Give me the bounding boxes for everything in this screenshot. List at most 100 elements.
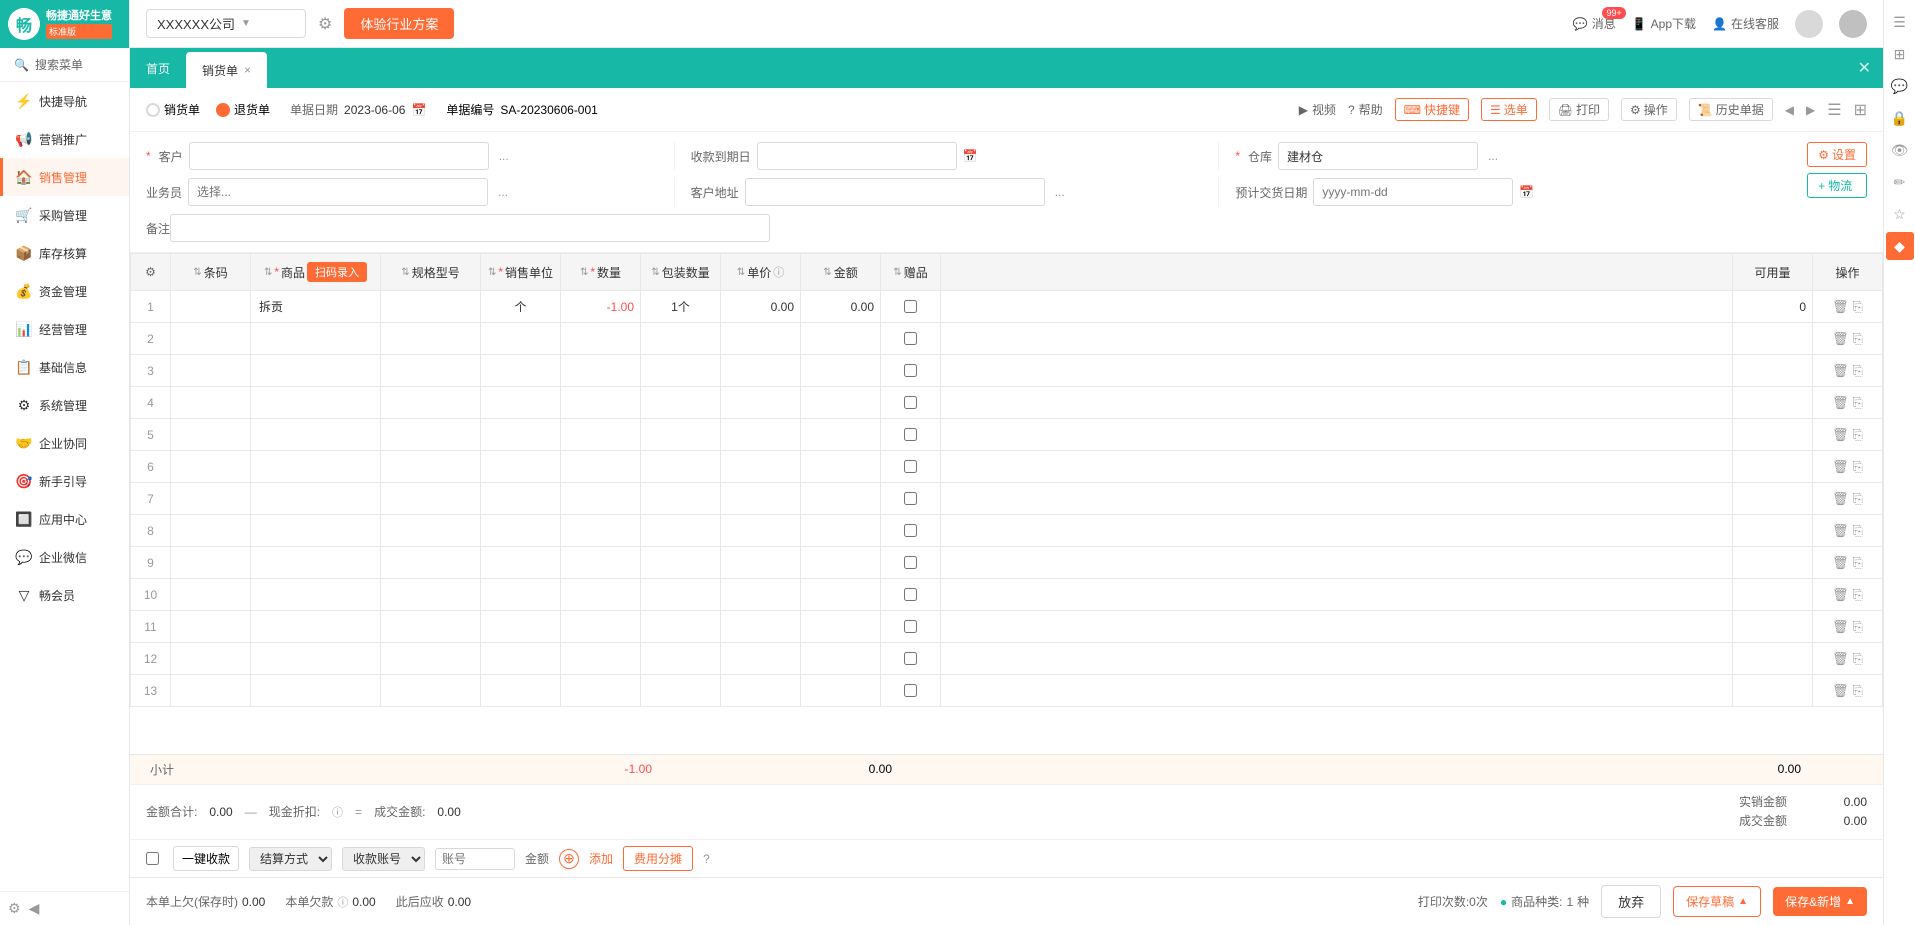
gift-sort-icon[interactable]: ⇅ [893, 267, 901, 278]
address-more-btn[interactable]: ... [1051, 185, 1069, 199]
cell-qty-3[interactable] [561, 387, 641, 419]
sidebar-item-member[interactable]: ▽ 畅会员 [0, 576, 129, 614]
discard-button[interactable]: 放弃 [1601, 885, 1661, 918]
radio-sales-order[interactable]: 销货单 [146, 101, 200, 118]
cell-product-4[interactable] [251, 419, 381, 451]
one-click-checkbox[interactable] [146, 852, 159, 865]
cell-qty-7[interactable] [561, 515, 641, 547]
tab-sales-order[interactable]: 销货单 × [186, 52, 267, 88]
cell-gift-6[interactable] [881, 483, 941, 515]
cell-spec-4[interactable] [381, 419, 481, 451]
delivery-date-input[interactable] [1313, 178, 1513, 206]
salesperson-more-btn[interactable]: ... [494, 185, 512, 199]
salesperson-input[interactable] [188, 178, 488, 206]
customer-input[interactable] [189, 142, 489, 170]
cell-gift-3[interactable] [881, 387, 941, 419]
table-wrapper[interactable]: ⚙ ⇅ 条码 ⇅ * [130, 253, 1883, 754]
pack-sort-icon[interactable]: ⇅ [651, 267, 659, 278]
copy-icon[interactable]: ⎘ [1853, 555, 1863, 571]
cell-spec-5[interactable] [381, 451, 481, 483]
tab-home[interactable]: 首页 [130, 48, 186, 88]
copy-icon[interactable]: ⎘ [1853, 651, 1863, 667]
history-btn[interactable]: 📜 历史单据 [1689, 98, 1773, 121]
app-download-item[interactable]: 📱 App下载 [1632, 15, 1696, 32]
cell-gift-9[interactable] [881, 579, 941, 611]
scan-btn[interactable]: 扫码录入 [307, 262, 367, 282]
right-icon-star[interactable]: ☆ [1886, 200, 1914, 228]
right-icon-card-view[interactable]: ⊞ [1886, 40, 1914, 68]
radio-return-order[interactable]: 退货单 [216, 101, 270, 118]
cell-price-8[interactable] [721, 547, 801, 579]
cell-qty-4[interactable] [561, 419, 641, 451]
cell-spec-10[interactable] [381, 611, 481, 643]
cell-qty-12[interactable] [561, 675, 641, 707]
delete-icon[interactable]: 🗑 [1832, 683, 1849, 699]
cell-spec-2[interactable] [381, 355, 481, 387]
cell-barcode-3[interactable] [171, 387, 251, 419]
sidebar-item-quick-nav[interactable]: ⚡ 快捷导航 [0, 82, 129, 120]
cell-qty-1[interactable] [561, 323, 641, 355]
delete-icon[interactable]: 🗑 [1832, 555, 1849, 571]
delete-icon[interactable]: 🗑 [1832, 395, 1849, 411]
cell-price-0[interactable]: 0.00 [721, 291, 801, 323]
sidebar-item-sales[interactable]: 🏠 销售管理 [0, 158, 129, 196]
delete-icon[interactable]: 🗑 [1832, 651, 1849, 667]
cell-barcode-10[interactable] [171, 611, 251, 643]
cell-qty-9[interactable] [561, 579, 641, 611]
cell-qty-6[interactable] [561, 483, 641, 515]
cell-barcode-4[interactable] [171, 419, 251, 451]
sidebar-item-apps[interactable]: 🔲 应用中心 [0, 500, 129, 538]
copy-icon[interactable]: ⎘ [1853, 459, 1863, 475]
company-selector[interactable]: XXXXXX公司 ▼ [146, 9, 306, 38]
copy-icon[interactable]: ⎘ [1853, 587, 1863, 603]
circle-icon[interactable]: ● [1500, 895, 1507, 909]
cell-gift-8[interactable] [881, 547, 941, 579]
copy-icon[interactable]: ⎘ [1853, 331, 1863, 347]
cell-gift-10[interactable] [881, 611, 941, 643]
account-input[interactable] [435, 848, 515, 870]
right-icon-lock[interactable]: 🔒 [1886, 104, 1914, 132]
cell-spec-0[interactable] [381, 291, 481, 323]
table-settings-icon[interactable]: ⚙ [145, 265, 156, 279]
total-owed-icon[interactable]: ⓘ [337, 894, 348, 910]
cell-price-5[interactable] [721, 451, 801, 483]
operation-btn[interactable]: ⚙ 操作 [1621, 98, 1677, 121]
logistics-tag-btn[interactable]: + 物流 [1807, 173, 1867, 198]
cell-spec-3[interactable] [381, 387, 481, 419]
sidebar-item-finance[interactable]: 💰 资金管理 [0, 272, 129, 310]
cell-qty-5[interactable] [561, 451, 641, 483]
cell-price-12[interactable] [721, 675, 801, 707]
delete-icon[interactable]: 🗑 [1832, 523, 1849, 539]
delete-icon[interactable]: 🗑 [1832, 619, 1849, 635]
amount-sort-icon[interactable]: ⇅ [823, 267, 831, 278]
select-order-btn[interactable]: ☰ 选单 [1481, 98, 1537, 121]
cell-product-1[interactable] [251, 323, 381, 355]
sidebar-item-operation[interactable]: 📊 经营管理 [0, 310, 129, 348]
delete-icon[interactable]: 🗑 [1832, 363, 1849, 379]
cell-product-9[interactable] [251, 579, 381, 611]
copy-icon[interactable]: ⎘ [1853, 683, 1863, 699]
cell-qty-11[interactable] [561, 643, 641, 675]
fee-help-icon[interactable]: ? [703, 852, 710, 866]
calendar-icon[interactable]: 📅 [411, 103, 426, 117]
cell-qty-2[interactable] [561, 355, 641, 387]
cell-spec-1[interactable] [381, 323, 481, 355]
avatar[interactable] [1795, 10, 1823, 38]
try-industry-button[interactable]: 体验行业方案 [344, 8, 454, 39]
cell-product-5[interactable] [251, 451, 381, 483]
delete-icon[interactable]: 🗑 [1832, 331, 1849, 347]
cell-product-8[interactable] [251, 547, 381, 579]
right-icon-orange[interactable]: ◆ [1886, 232, 1914, 260]
barcode-sort-icon[interactable]: ⇅ [193, 267, 201, 278]
delete-icon[interactable]: 🗑 [1832, 459, 1849, 475]
cell-price-1[interactable] [721, 323, 801, 355]
cell-price-3[interactable] [721, 387, 801, 419]
cell-product-11[interactable] [251, 643, 381, 675]
delete-icon[interactable]: 🗑 [1832, 299, 1849, 315]
copy-icon[interactable]: ⎘ [1853, 491, 1863, 507]
cell-product-2[interactable] [251, 355, 381, 387]
print-btn[interactable]: 🖨 打印 [1549, 98, 1609, 121]
cell-price-9[interactable] [721, 579, 801, 611]
online-service-item[interactable]: 👤 在线客服 [1712, 15, 1779, 32]
delete-icon[interactable]: 🗑 [1832, 491, 1849, 507]
